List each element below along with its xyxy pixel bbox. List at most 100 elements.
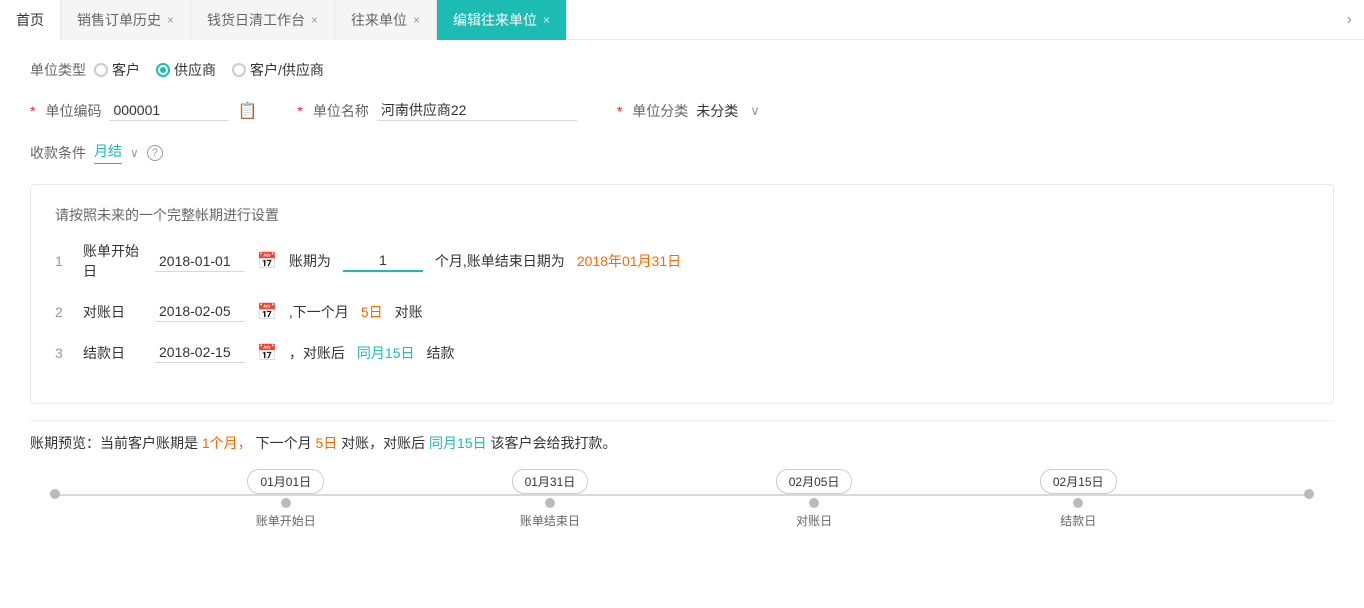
start-date-input[interactable]: [155, 251, 245, 272]
tab-related-unit-close[interactable]: ×: [413, 13, 420, 27]
timeline-badge-2: 01月31日: [512, 469, 589, 494]
period-payment-day: 同月15日: [357, 343, 415, 363]
preview-reconcile-day: 5日: [315, 435, 337, 451]
unit-code-label: 单位编码: [45, 101, 101, 121]
unit-category-value: 未分类: [696, 101, 738, 121]
tab-cash-work-close[interactable]: ×: [311, 13, 318, 27]
tab-related-unit-label: 往来单位: [351, 10, 407, 30]
step-3-num: 3: [55, 345, 71, 361]
month-input[interactable]: [343, 250, 423, 272]
tab-edit-unit-close[interactable]: ×: [543, 13, 550, 27]
timeline-left-dot: [50, 489, 60, 499]
timeline-label-3: 对账日: [796, 512, 832, 529]
tab-home[interactable]: 首页: [0, 0, 61, 40]
payment-date-calendar-icon[interactable]: 📅: [257, 343, 277, 363]
unit-name-input[interactable]: [377, 100, 577, 121]
timeline-node-3: 02月05日 对账日: [776, 469, 853, 529]
timeline-badge-1: 01月01日: [247, 469, 324, 494]
preview-months: 1个月，: [202, 435, 252, 451]
timeline-node-4: 02月15日 结款日: [1040, 469, 1117, 529]
radio-customer[interactable]: 客户: [94, 60, 140, 80]
unit-type-label: 单位类型: [30, 60, 86, 80]
tab-home-label: 首页: [16, 10, 44, 30]
unit-type-radio-group: 客户 供应商 客户/供应商: [94, 60, 324, 80]
preview-text: 账期预览：当前客户账期是 1个月， 下一个月 5日 对账，对账后 同月15日 该…: [30, 433, 1334, 453]
timeline-node-1: 01月01日 账单开始日: [247, 469, 324, 529]
radio-supplier-label: 供应商: [174, 60, 216, 80]
period-row-2: 2 对账日 📅 ,下一个月 5日 对账: [55, 301, 1309, 322]
timeline-dot-2: [545, 498, 555, 508]
step-3-label: 结款日: [83, 343, 143, 363]
radio-customer-label: 客户: [112, 60, 140, 80]
unit-name-group: * 单位名称: [297, 100, 576, 121]
period-suffix-1: 账期为: [289, 251, 331, 271]
step-1-num: 1: [55, 253, 71, 269]
unit-code-input[interactable]: [109, 100, 229, 121]
timeline-label-1: 账单开始日: [256, 512, 316, 529]
payment-label: 收款条件: [30, 143, 86, 163]
tab-edit-unit-label: 编辑往来单位: [453, 10, 537, 30]
tab-cash-work[interactable]: 钱货日清工作台 ×: [191, 0, 335, 40]
radio-customer-circle: [94, 63, 108, 77]
step-1-label: 账单开始日: [83, 241, 143, 281]
unit-name-label: 单位名称: [313, 101, 369, 121]
preview-payment-day: 同月15日: [429, 435, 487, 451]
period-payment-pre: ，对账后: [289, 343, 345, 363]
radio-both-label: 客户/供应商: [250, 60, 324, 80]
period-reconcile-pre: ,下一个月: [289, 302, 349, 322]
radio-supplier[interactable]: 供应商: [156, 60, 216, 80]
tab-related-unit[interactable]: 往来单位 ×: [335, 0, 437, 40]
tab-sales-history[interactable]: 销售订单历史 ×: [61, 0, 191, 40]
preview-reconcile-pre: 下一个月: [256, 435, 312, 451]
main-content: 单位类型 客户 供应商 客户/供应商 * 单位编码: [0, 40, 1364, 608]
unit-category-star: *: [617, 103, 622, 119]
timeline-end-circle: [1304, 489, 1314, 499]
preview-suffix: 该客户会给我打款。: [491, 435, 617, 451]
period-row-1: 1 账单开始日 📅 账期为 个月,账单结束日期为 2018年01月31日: [55, 241, 1309, 281]
start-date-calendar-icon[interactable]: 📅: [257, 251, 277, 271]
preview-reconcile-post: 对账，对账后: [341, 435, 425, 451]
timeline-node-2: 01月31日 账单结束日: [512, 469, 589, 529]
payment-value[interactable]: 月结: [94, 141, 122, 164]
unit-info-row: * 单位编码 📋 * 单位名称 * 单位分类 未分类 ∨: [30, 100, 1334, 121]
step-2-label: 对账日: [83, 302, 143, 322]
unit-category-arrow[interactable]: ∨: [750, 103, 760, 119]
payment-help-icon[interactable]: ?: [147, 145, 163, 161]
timeline-badge-3: 02月05日: [776, 469, 853, 494]
unit-name-star: *: [297, 103, 302, 119]
reconcile-date-input[interactable]: [155, 301, 245, 322]
timeline-points: 01月01日 账单开始日 01月31日 账单结束日 02月05日 对账日: [50, 469, 1314, 529]
period-reconcile-post: 对账: [395, 302, 423, 322]
tab-cash-work-label: 钱货日清工作台: [207, 10, 305, 30]
period-reconcile-day: 5日: [361, 302, 383, 322]
tab-sales-history-label: 销售订单历史: [77, 10, 161, 30]
unit-type-group: 单位类型 客户 供应商 客户/供应商: [30, 60, 324, 80]
reconcile-date-calendar-icon[interactable]: 📅: [257, 302, 277, 322]
unit-category-label: 单位分类: [632, 101, 688, 121]
radio-both[interactable]: 客户/供应商: [232, 60, 324, 80]
preview-section: 账期预览：当前客户账期是 1个月， 下一个月 5日 对账，对账后 同月15日 该…: [30, 420, 1334, 541]
timeline-dot-4: [1073, 498, 1083, 508]
payment-date-input[interactable]: [155, 342, 245, 363]
radio-supplier-circle: [156, 63, 170, 77]
period-box-title: 请按照未来的一个完整帐期进行设置: [55, 205, 1309, 225]
tab-edit-unit[interactable]: 编辑往来单位 ×: [437, 0, 567, 40]
unit-code-group: * 单位编码 📋: [30, 100, 257, 121]
unit-code-calendar-icon[interactable]: 📋: [237, 101, 257, 121]
timeline-right-dot: [1304, 489, 1314, 499]
unit-code-star: *: [30, 103, 35, 119]
timeline-label-2: 账单结束日: [520, 512, 580, 529]
tab-sales-history-close[interactable]: ×: [167, 13, 174, 27]
payment-group: 收款条件 月结 ∨ ?: [30, 141, 163, 164]
unit-type-row: 单位类型 客户 供应商 客户/供应商: [30, 60, 1334, 80]
timeline-badge-4: 02月15日: [1040, 469, 1117, 494]
timeline-label-4: 结款日: [1060, 512, 1096, 529]
payment-dropdown-arrow[interactable]: ∨: [130, 146, 139, 160]
tab-expand-button[interactable]: ›: [1335, 11, 1364, 29]
timeline-dot-3: [809, 498, 819, 508]
timeline-container: 01月01日 账单开始日 01月31日 账单结束日 02月05日 对账日: [30, 469, 1334, 529]
radio-both-circle: [232, 63, 246, 77]
payment-dropdown-group: 月结 ∨: [94, 141, 139, 164]
timeline-start-circle: [50, 489, 60, 499]
period-payment-post: 结款: [427, 343, 455, 363]
